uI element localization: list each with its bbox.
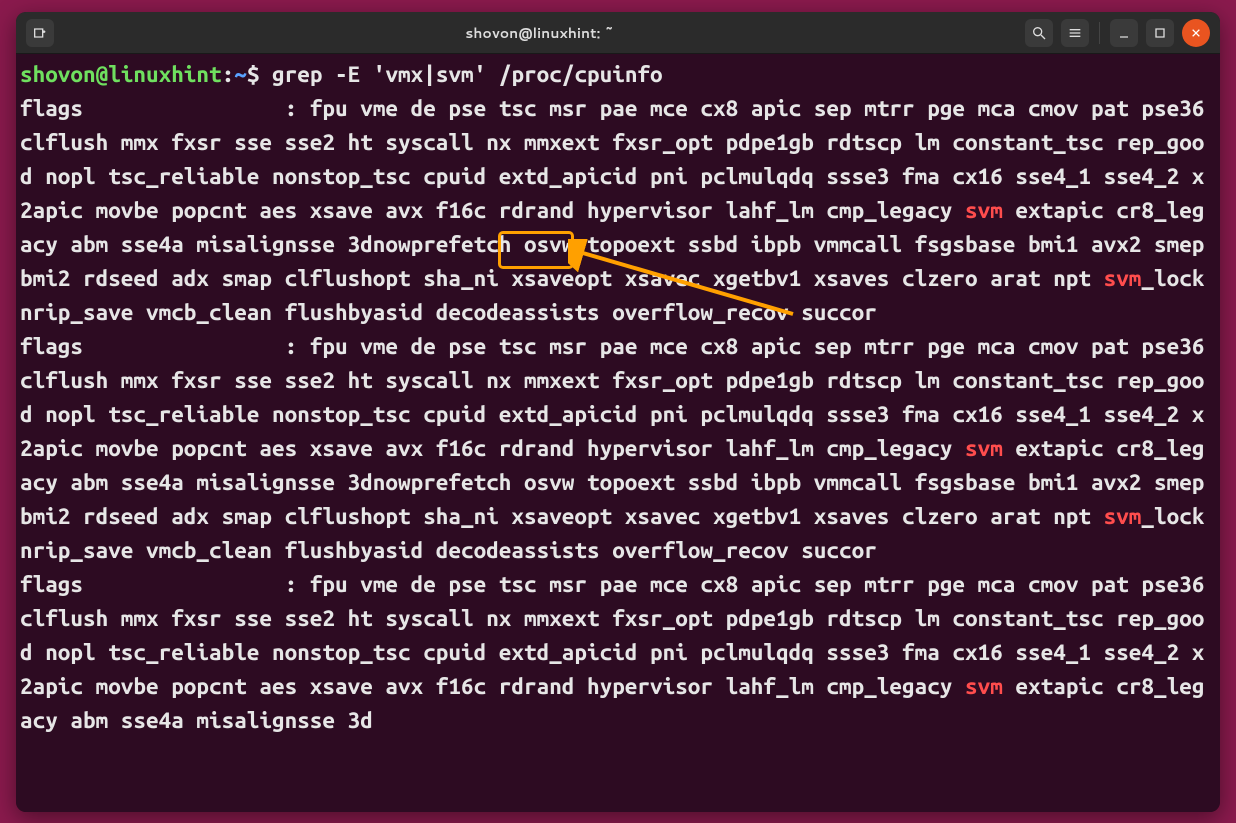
close-button[interactable] [1182,19,1210,47]
svm-highlight: svm [965,436,1003,461]
prompt-userhost: shovon@linuxhint [20,62,222,87]
titlebar: shovon@linuxhint: ~ [16,12,1220,54]
hamburger-menu-button[interactable] [1061,19,1089,47]
output-line: flags : fpu vme de pse tsc msr pae mce c… [20,96,1217,325]
prompt-symbol: $ [247,62,260,87]
new-tab-button[interactable] [26,19,54,47]
command-text [259,62,272,87]
maximize-icon [1152,25,1168,41]
prompt-path: ~ [234,62,247,87]
search-button[interactable] [1025,19,1053,47]
terminal-window: shovon@linuxhint: ~ [16,12,1220,812]
command: grep -E 'vmx|svm' /proc/cpuinfo [272,62,663,87]
search-icon [1031,25,1047,41]
svm-highlight-boxed: svm [965,198,1003,223]
prompt-separator: : [222,62,235,87]
maximize-button[interactable] [1146,19,1174,47]
minimize-button[interactable] [1110,19,1138,47]
terminal-body[interactable]: shovon@linuxhint:~$ grep -E 'vmx|svm' /p… [16,54,1220,812]
divider [1099,22,1100,44]
svm-highlight: svm [1104,504,1142,529]
hamburger-icon [1067,25,1083,41]
new-tab-icon [32,25,48,41]
flags-label: flags [20,334,83,359]
close-icon [1188,25,1204,41]
flags-label: flags [20,96,83,121]
window-title: shovon@linuxhint: ~ [54,23,1025,43]
output-line: flags : fpu vme de pse tsc msr pae mce c… [20,572,1217,733]
svm-highlight: svm [1104,266,1142,291]
output-line: flags : fpu vme de pse tsc msr pae mce c… [20,334,1217,563]
svm-highlight: svm [965,674,1003,699]
minimize-icon [1116,25,1132,41]
flags-label: flags [20,572,83,597]
